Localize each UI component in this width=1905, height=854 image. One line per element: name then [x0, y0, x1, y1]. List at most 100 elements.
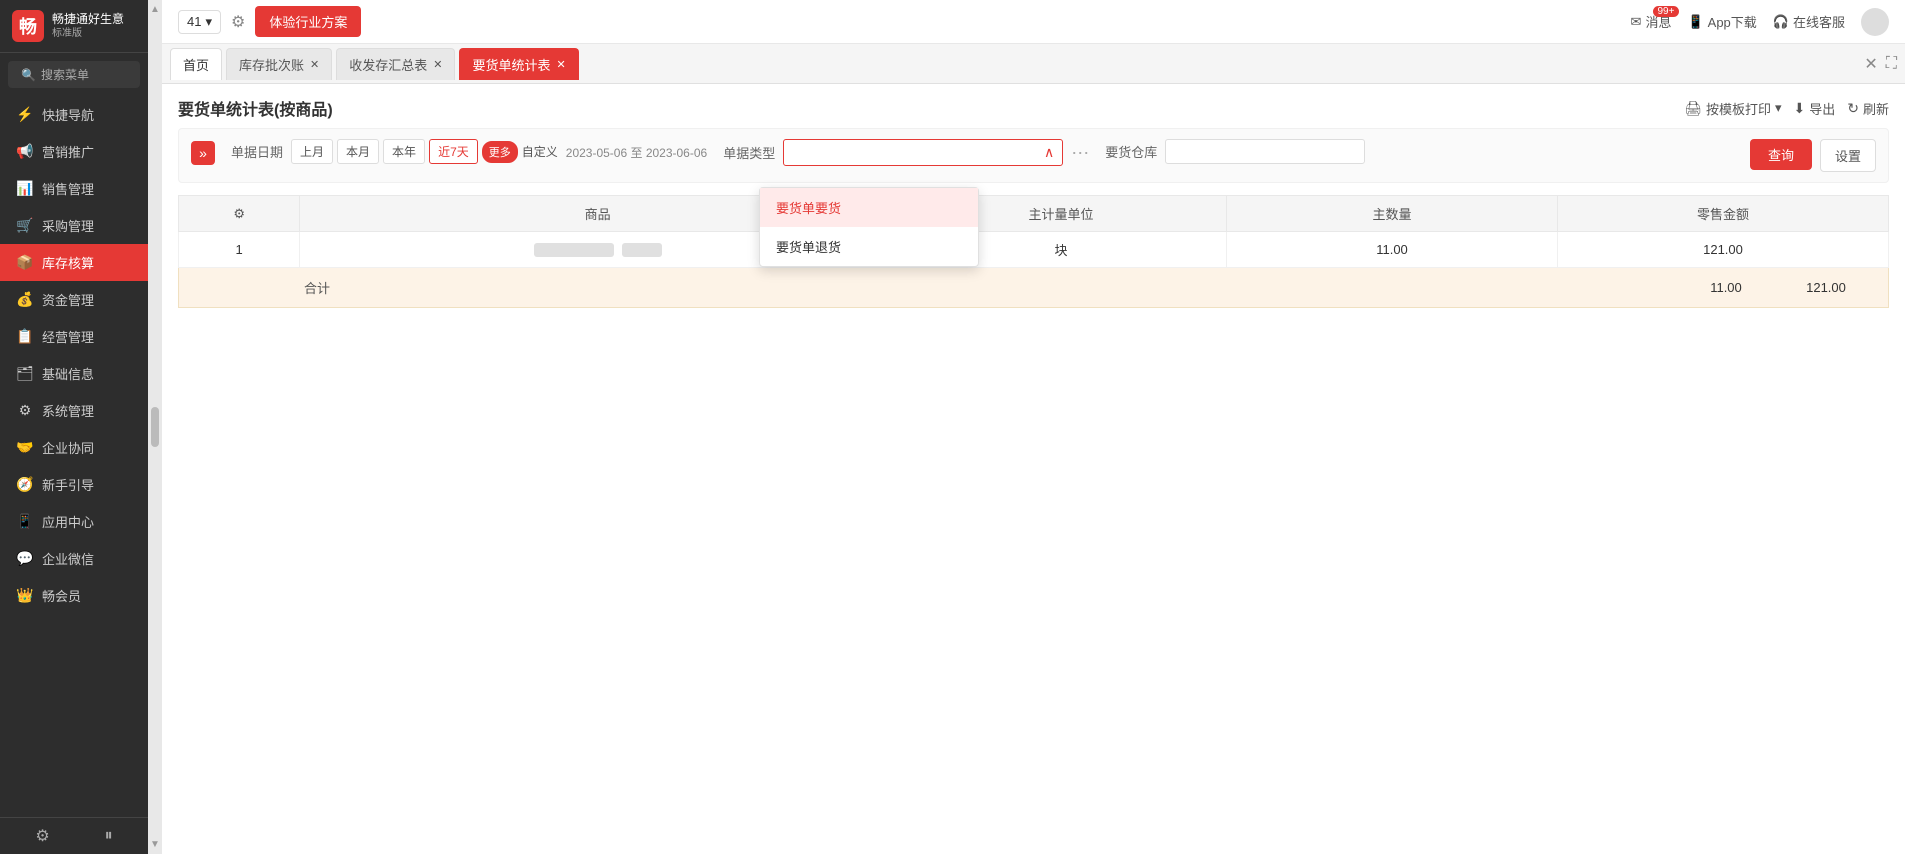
tab-order-stats[interactable]: 要货单统计表 ✕: [459, 48, 578, 80]
col-settings-header[interactable]: ⚙: [179, 196, 300, 232]
tab-home[interactable]: 首页: [170, 48, 222, 80]
dropdown-item-0[interactable]: 要货单要货: [760, 188, 978, 227]
page-actions: 🖨 按模板打印 ▾ ⬇ 导出 ↻ 刷新: [1684, 99, 1889, 118]
query-btn[interactable]: 查询: [1750, 139, 1812, 170]
sidebar-item-guide[interactable]: 🧭 新手引导: [0, 466, 148, 503]
date-buttons: 上月 本月 本年 近7天 更多 自定义: [291, 139, 558, 164]
type-filter-group: 单据类型 ∧ ⋯: [723, 139, 1089, 166]
print-label: 按模板打印: [1706, 99, 1771, 118]
tabs-bar: 首页 库存批次账 ✕ 收发存汇总表 ✕ 要货单统计表 ✕ ✕ ⛶: [162, 44, 1905, 84]
date-custom-btn[interactable]: 自定义: [522, 143, 558, 160]
sidebar-item-enterprise[interactable]: 🤝 企业协同: [0, 429, 148, 466]
row-qty: 11.00: [1227, 232, 1558, 268]
type-dropdown: 要货单要货 要货单退货: [759, 187, 979, 267]
date-btn-last-month[interactable]: 上月: [291, 139, 333, 164]
sidebar-item-marketing[interactable]: 📢 营销推广: [0, 133, 148, 170]
trial-btn[interactable]: 体验行业方案: [255, 6, 361, 37]
data-table: ⚙ 商品 主计量单位 主数量 零售金额 1 块: [178, 195, 1889, 268]
sidebar-item-purchase[interactable]: 🛒 采购管理: [0, 207, 148, 244]
enterprise-icon: 🤝: [16, 439, 34, 457]
date-btn-last-7days[interactable]: 近7天: [429, 139, 478, 164]
scroll-down-btn[interactable]: ▼: [150, 839, 160, 850]
basic-icon: 🗂: [16, 365, 34, 383]
avatar[interactable]: [1861, 8, 1889, 36]
tab-close-icon[interactable]: ✕: [557, 58, 566, 71]
export-icon: ⬇: [1794, 100, 1806, 117]
page-title: 要货单统计表(按商品): [178, 96, 333, 120]
export-btn[interactable]: ⬇ 导出: [1794, 99, 1836, 118]
messages-btn[interactable]: ✉ 消息 99+: [1631, 12, 1672, 31]
tab-receive-dispatch[interactable]: 收发存汇总表 ✕: [336, 48, 455, 80]
sidebar-item-sales[interactable]: 📊 销售管理: [0, 170, 148, 207]
sidebar-item-app-center[interactable]: 📱 应用中心: [0, 503, 148, 540]
collapse-icon[interactable]: ⏸: [105, 827, 113, 845]
tab-close-icon[interactable]: ✕: [310, 58, 319, 71]
col-qty-header: 主数量: [1227, 196, 1558, 232]
print-icon: 🖨: [1684, 100, 1702, 117]
tab-inventory-batch[interactable]: 库存批次账 ✕: [226, 48, 332, 80]
table-container: ⚙ 商品 主计量单位 主数量 零售金额 1 块: [178, 195, 1889, 268]
date-btn-this-month[interactable]: 本月: [337, 139, 379, 164]
sidebar-item-business[interactable]: 📋 经营管理: [0, 318, 148, 355]
tab-close-all-icon[interactable]: ✕: [1864, 54, 1877, 74]
topbar-left: 41 ▾ ⚙ 体验行业方案: [178, 6, 361, 37]
page-header: 要货单统计表(按商品) 🖨 按模板打印 ▾ ⬇ 导出 ↻ 刷新: [162, 84, 1905, 128]
sidebar-item-inventory[interactable]: 📦 库存核算: [0, 244, 148, 281]
topbar-gear-icon[interactable]: ⚙: [231, 12, 245, 32]
sidebar-logo: 畅 畅捷通好生意 标准版: [0, 0, 148, 53]
app-center-icon: 📱: [16, 513, 34, 531]
footer-qty: 11.00: [1676, 280, 1776, 295]
scroll-up-btn[interactable]: ▲: [150, 4, 160, 15]
export-label: 导出: [1809, 99, 1835, 118]
type-filter-input[interactable]: ∧: [783, 139, 1063, 166]
sales-icon: 📊: [16, 180, 34, 198]
filter-settings-btn[interactable]: 设置: [1820, 139, 1876, 172]
messages-badge: 99+: [1653, 6, 1680, 17]
app-download-btn[interactable]: 📱 App下载: [1687, 12, 1756, 31]
settings-icon[interactable]: ⚙: [35, 826, 49, 846]
sidebar-item-label: 企业协同: [42, 438, 94, 457]
company-value: 41: [187, 14, 201, 29]
tab-close-icon[interactable]: ✕: [433, 58, 442, 71]
marketing-icon: 📢: [16, 143, 34, 161]
col-amount-header: 零售金额: [1558, 196, 1889, 232]
sidebar-item-basic[interactable]: 🗂 基础信息: [0, 355, 148, 392]
selector-arrow-icon: ▾: [205, 14, 212, 30]
print-btn[interactable]: 🖨 按模板打印 ▾: [1684, 99, 1781, 118]
sidebar-bottom: ⚙ ⏸: [0, 817, 148, 854]
filter-expand-btn[interactable]: »: [191, 141, 215, 165]
tab-expand-icon[interactable]: ⛶: [1886, 55, 1897, 73]
sidebar-item-label: 库存核算: [42, 253, 94, 272]
company-selector[interactable]: 41 ▾: [178, 10, 221, 34]
business-icon: 📋: [16, 328, 34, 346]
type-arrow-icon: ∧: [1044, 144, 1054, 161]
member-icon: 👑: [16, 587, 34, 605]
date-btn-this-year[interactable]: 本年: [383, 139, 425, 164]
main-content: 41 ▾ ⚙ 体验行业方案 ✉ 消息 99+ 📱 App下载 🎧 在线客服: [162, 0, 1905, 854]
support-btn[interactable]: 🎧 在线客服: [1773, 12, 1845, 31]
footer-label: 合计: [227, 278, 407, 297]
sidebar-item-label: 企业微信: [42, 549, 94, 568]
tabs-actions: ✕ ⛶: [1864, 54, 1897, 74]
sidebar-item-quick-nav[interactable]: ⚡ 快捷导航: [0, 96, 148, 133]
filter-more-options-icon[interactable]: ⋯: [1071, 143, 1089, 164]
sidebar-item-system[interactable]: ⚙ 系统管理: [0, 392, 148, 429]
purchase-icon: 🛒: [16, 217, 34, 235]
warehouse-filter-input[interactable]: [1165, 139, 1365, 164]
sidebar-item-wechat[interactable]: 💬 企业微信: [0, 540, 148, 577]
filter-bar: » 单据日期 上月 本月 本年 近7天 更多 自定义 2023-05-06 至 …: [178, 128, 1889, 183]
scroll-thumb: [151, 407, 159, 447]
date-filter-group: 单据日期 上月 本月 本年 近7天 更多 自定义 2023-05-06 至 20…: [231, 139, 707, 164]
dropdown-item-1[interactable]: 要货单退货: [760, 227, 978, 266]
date-range-display: 2023-05-06 至 2023-06-06: [566, 144, 707, 161]
sidebar-item-label: 系统管理: [42, 401, 94, 420]
sidebar-item-finance[interactable]: 💰 资金管理: [0, 281, 148, 318]
sidebar-search[interactable]: 🔍 搜索菜单: [8, 61, 140, 88]
print-arrow-icon: ▾: [1775, 100, 1782, 116]
refresh-label: 刷新: [1863, 99, 1889, 118]
row-no: 1: [179, 232, 300, 268]
sidebar-item-label: 畅会员: [42, 586, 81, 605]
refresh-btn[interactable]: ↻ 刷新: [1847, 99, 1889, 118]
sidebar-item-member[interactable]: 👑 畅会员: [0, 577, 148, 614]
date-btn-more[interactable]: 更多: [482, 141, 518, 163]
